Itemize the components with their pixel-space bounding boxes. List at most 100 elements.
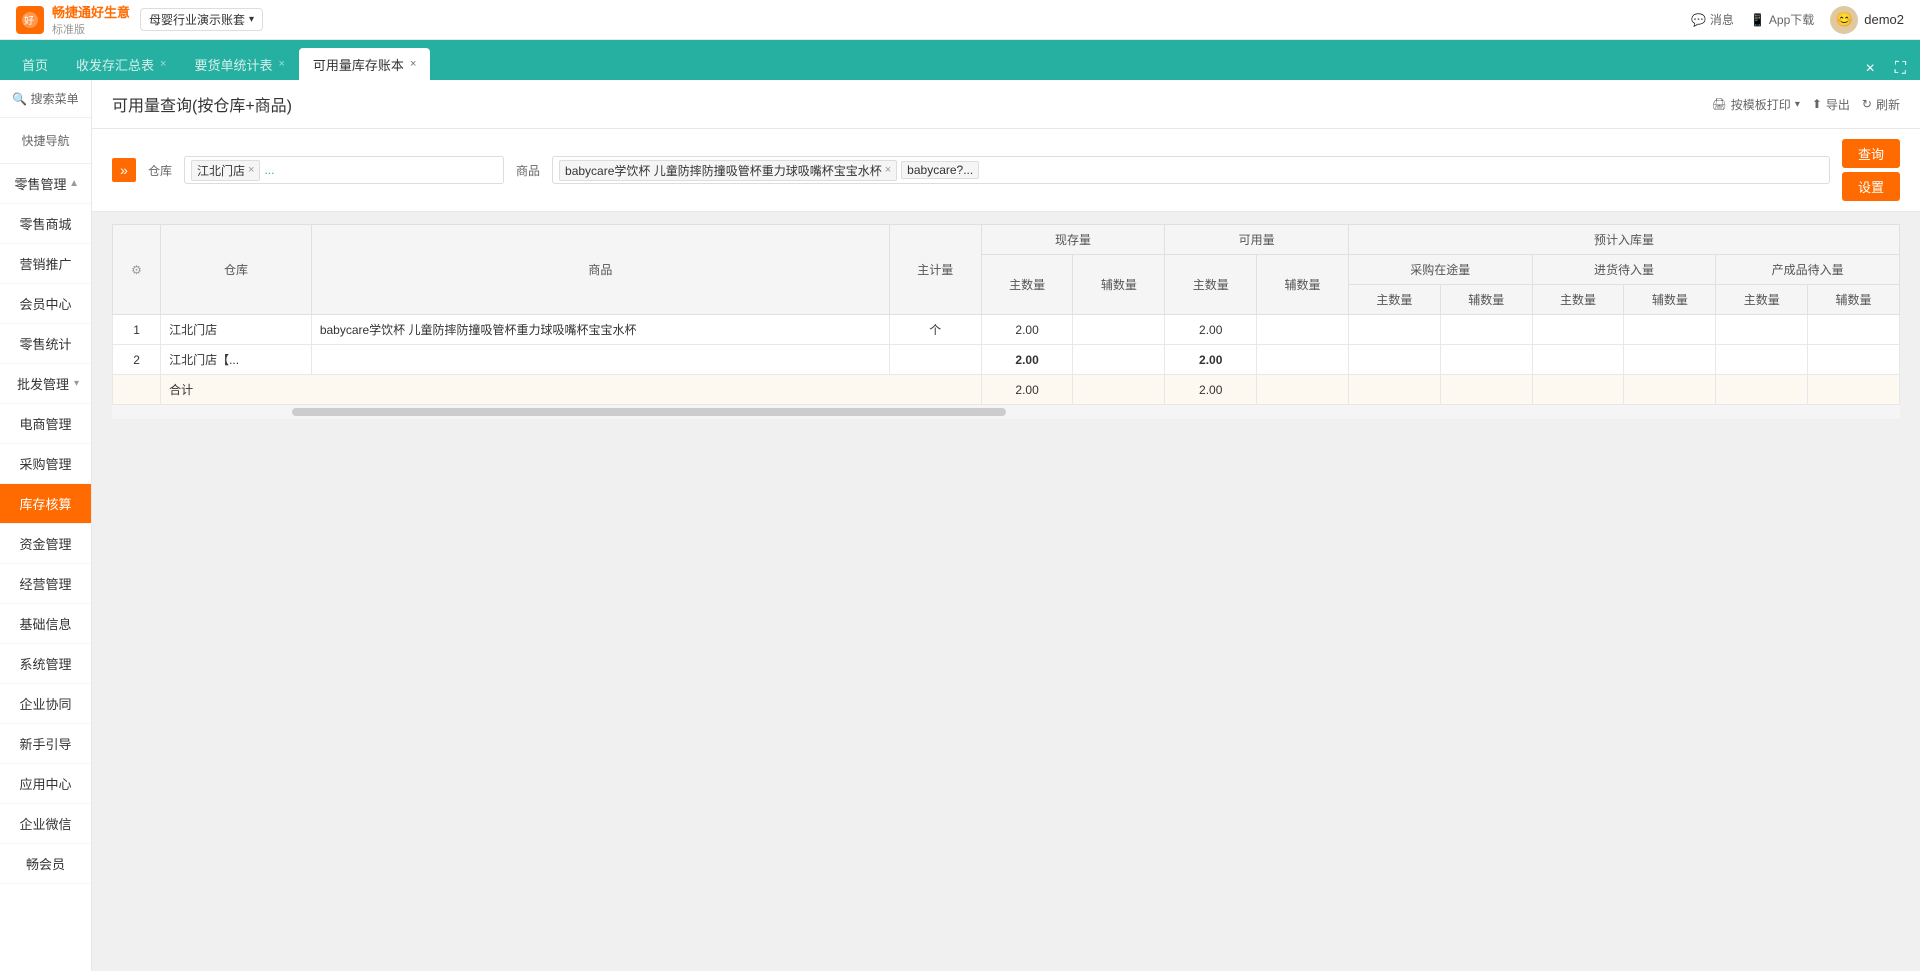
total-pt-main	[1348, 375, 1440, 405]
sidebar-item-purchase[interactable]: 采购管理	[0, 444, 91, 484]
total-pt-aux	[1440, 375, 1532, 405]
row2-avail-aux	[1257, 345, 1349, 375]
sidebar-item-vip[interactable]: 畅会员	[0, 844, 91, 884]
sidebar-item-system[interactable]: 系统管理	[0, 644, 91, 684]
tab-inventory-close[interactable]: ×	[410, 58, 416, 70]
total-pp-aux	[1624, 375, 1716, 405]
sidebar-item-corp-wechat[interactable]: 企业微信	[0, 804, 91, 844]
content-header: 可用量查询(按仓库+商品) 🖨 按模板打印 ▾ ⬆ 导出 ↻ 刷新	[92, 80, 1920, 129]
top-bar: 好 畅捷通好生意 标准版 母婴行业演示账套 ▾ 💬 消息 📱 App下载 😊 d…	[0, 0, 1920, 40]
header-actions: 🖨 按模板打印 ▾ ⬆ 导出 ↻ 刷新	[1712, 96, 1900, 113]
total-label: 合计	[161, 375, 982, 405]
warehouse-more[interactable]: ...	[264, 163, 274, 177]
sidebar-item-new-guide[interactable]: 新手引导	[0, 724, 91, 764]
total-empty1	[113, 375, 161, 405]
setting-button[interactable]: 设置	[1842, 172, 1900, 201]
total-avail-aux	[1257, 375, 1349, 405]
sidebar-item-ecommerce[interactable]: 电商管理	[0, 404, 91, 444]
template-print-btn[interactable]: 🖨 按模板打印 ▾	[1712, 96, 1800, 113]
row2-current-aux	[1073, 345, 1165, 375]
row2-pp-main	[1532, 345, 1624, 375]
filter-expand-btn[interactable]: »	[112, 158, 136, 182]
table-row: 1 江北门店 babycare学饮杯 儿童防摔防撞吸管杯重力球吸嘴杯宝宝水杯 个…	[113, 315, 1900, 345]
row1-current-main: 2.00	[981, 315, 1073, 345]
table-area: ⚙ 仓库 商品 主计量 现存量 可用量 预计入库量 主数量 辅数量 主数量 辅数…	[92, 212, 1920, 971]
export-btn[interactable]: ⬆ 导出	[1812, 96, 1850, 113]
content-area: 可用量查询(按仓库+商品) 🖨 按模板打印 ▾ ⬆ 导出 ↻ 刷新 »	[92, 80, 1920, 971]
product-tag1-close[interactable]: ×	[885, 164, 891, 176]
product-tag-1: babycare学饮杯 儿童防摔防撞吸管杯重力球吸嘴杯宝宝水杯 ×	[559, 160, 897, 181]
th-current-main: 主数量	[981, 255, 1073, 315]
refresh-btn[interactable]: ↻ 刷新	[1862, 96, 1900, 113]
sidebar-quick-nav-item[interactable]: 快捷导航	[0, 126, 91, 155]
sidebar-item-finance[interactable]: 资金管理	[0, 524, 91, 564]
user-area[interactable]: 😊 demo2	[1830, 6, 1904, 34]
row1-pp-main	[1532, 315, 1624, 345]
th-product: 商品	[311, 225, 889, 315]
tab-inventory[interactable]: 可用量库存账本 ×	[299, 48, 430, 80]
warehouse-tag: 江北门店 ×	[191, 160, 260, 181]
th-purchase-pending: 进货待入量	[1532, 255, 1716, 285]
sidebar-item-app-center[interactable]: 应用中心	[0, 764, 91, 804]
warehouse-filter-area[interactable]: 江北门店 × ...	[184, 156, 504, 184]
app-download-btn[interactable]: 📱 App下载	[1750, 11, 1814, 28]
warehouse-tag-close[interactable]: ×	[248, 164, 254, 176]
th-purchase-transit: 采购在途量	[1348, 255, 1532, 285]
scrollbar-thumb[interactable]	[292, 408, 1006, 416]
sidebar-item-basic[interactable]: 基础信息	[0, 604, 91, 644]
tab-demand-label: 要货单统计表	[194, 55, 272, 74]
row1-product: babycare学饮杯 儿童防摔防撞吸管杯重力球吸嘴杯宝宝水杯	[311, 315, 889, 345]
horizontal-scrollbar[interactable]	[112, 405, 1900, 419]
avatar: 😊	[1830, 6, 1858, 34]
row1-unit: 个	[889, 315, 981, 345]
sidebar-item-retail-mgmt[interactable]: 零售管理 ▲	[0, 164, 91, 204]
row2-index: 2	[113, 345, 161, 375]
tab-collect[interactable]: 收发存汇总表 ×	[62, 48, 180, 80]
row2-avail-main: 2.00	[1165, 345, 1257, 375]
company-select[interactable]: 母婴行业演示账套 ▾	[140, 8, 263, 31]
sidebar-item-wholesale[interactable]: 批发管理 ▾	[0, 364, 91, 404]
row1-avail-aux	[1257, 315, 1349, 345]
th-pt-aux: 辅数量	[1440, 285, 1532, 315]
th-prod-main: 主数量	[1716, 285, 1808, 315]
sidebar-item-member[interactable]: 会员中心	[0, 284, 91, 324]
row2-prod-main	[1716, 345, 1808, 375]
sidebar-item-retail-stats[interactable]: 零售统计	[0, 324, 91, 364]
row1-index: 1	[113, 315, 161, 345]
gear-icon[interactable]: ⚙	[131, 263, 142, 277]
sidebar-item-retail-store[interactable]: 零售商城	[0, 204, 91, 244]
search-icon: 🔍	[12, 92, 27, 106]
sidebar-item-corp-collab[interactable]: 企业协同	[0, 684, 91, 724]
product-label: 商品	[516, 162, 540, 179]
row2-pt-aux	[1440, 345, 1532, 375]
tab-home[interactable]: 首页	[8, 48, 62, 80]
total-current-main: 2.00	[981, 375, 1073, 405]
product-filter-area[interactable]: babycare学饮杯 儿童防摔防撞吸管杯重力球吸嘴杯宝宝水杯 × babyca…	[552, 156, 1830, 184]
tab-collect-label: 收发存汇总表	[76, 55, 154, 74]
top-bar-right: 💬 消息 📱 App下载 😊 demo2	[1691, 6, 1904, 34]
sidebar-search[interactable]: 🔍 搜索菜单	[0, 80, 91, 118]
tab-demand[interactable]: 要货单统计表 ×	[180, 48, 298, 80]
sidebar-item-marketing[interactable]: 营销推广	[0, 244, 91, 284]
chevron-down-icon: ▾	[249, 14, 254, 25]
warehouse-label: 仓库	[148, 162, 172, 179]
logo-sub-text: 标准版	[52, 21, 130, 37]
sidebar-quick-nav: 快捷导航	[0, 118, 91, 164]
sidebar-item-business[interactable]: 经营管理	[0, 564, 91, 604]
total-row: 合计 2.00 2.00	[113, 375, 1900, 405]
row1-prod-aux	[1808, 315, 1900, 345]
sidebar-item-inventory[interactable]: 库存核算	[0, 484, 91, 524]
export-icon: ⬆	[1812, 97, 1822, 111]
row1-pp-aux	[1624, 315, 1716, 345]
print-icon: 🖨	[1712, 97, 1727, 111]
fullscreen-btn[interactable]: ⛶	[1889, 58, 1912, 80]
query-button[interactable]: 查询	[1842, 139, 1900, 168]
th-gear[interactable]: ⚙	[113, 225, 161, 315]
logo-texts: 畅捷通好生意 标准版	[52, 2, 130, 37]
close-all-btn[interactable]: ×	[1859, 58, 1880, 80]
tab-collect-close[interactable]: ×	[160, 58, 166, 70]
tab-inventory-label: 可用量库存账本	[313, 55, 404, 74]
tab-demand-close[interactable]: ×	[278, 58, 284, 70]
message-icon: 💬	[1691, 13, 1706, 27]
message-btn[interactable]: 💬 消息	[1691, 11, 1734, 28]
